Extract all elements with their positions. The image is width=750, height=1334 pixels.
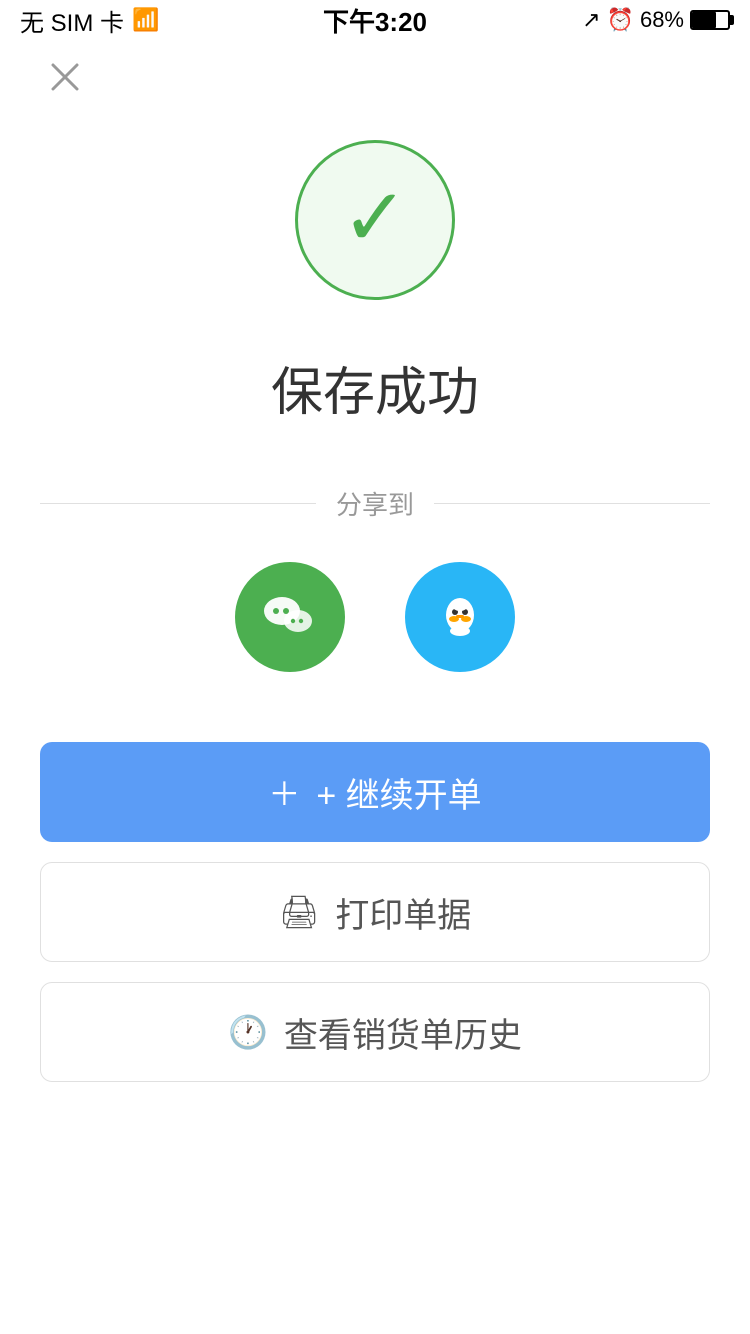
share-label: 分享到: [316, 485, 434, 522]
share-qq-button[interactable]: [405, 562, 515, 672]
continue-order-label: + 继续开单: [316, 768, 481, 817]
status-time: 下午3:20: [323, 2, 427, 39]
status-bar: 无 SIM 卡 📶 下午3:20 ↗ ⏰ 68%: [0, 0, 750, 40]
share-wechat-button[interactable]: [235, 562, 345, 672]
continue-order-button[interactable]: ＋ + 继续开单: [40, 742, 710, 842]
battery-percent: 68%: [640, 7, 684, 33]
success-title: 保存成功: [271, 350, 479, 425]
qq-icon: [430, 587, 490, 647]
success-circle: ✓: [295, 140, 455, 300]
wechat-icon: [260, 587, 320, 647]
battery-icon: [690, 10, 730, 30]
view-history-label: 查看销货单历史: [284, 1008, 522, 1057]
main-content: ✓ 保存成功 分享到: [0, 40, 750, 1082]
divider-left: [40, 503, 316, 504]
alarm-icon: ⏰: [607, 7, 634, 33]
wifi-icon: 📶: [132, 7, 159, 33]
status-right: ↗ ⏰ 68%: [582, 7, 730, 33]
plus-icon: ＋: [268, 769, 300, 815]
view-history-button[interactable]: 🕐 查看销货单历史: [40, 982, 710, 1082]
printer-icon: 🖨: [279, 893, 320, 931]
status-left: 无 SIM 卡 📶: [20, 3, 159, 38]
no-sim-text: 无 SIM 卡: [20, 3, 124, 38]
divider-section: 分享到: [0, 485, 750, 522]
print-receipt-label: 打印单据: [335, 888, 471, 937]
location-icon: ↗: [582, 7, 600, 33]
divider-right: [434, 503, 710, 504]
checkmark-icon: ✓: [341, 178, 408, 258]
close-icon: [51, 63, 79, 91]
history-icon: 🕐: [228, 1013, 268, 1051]
close-button[interactable]: [40, 52, 90, 102]
share-icons: [235, 562, 515, 672]
action-buttons: ＋ + 继续开单 🖨 打印单据 🕐 查看销货单历史: [0, 742, 750, 1082]
print-receipt-button[interactable]: 🖨 打印单据: [40, 862, 710, 962]
